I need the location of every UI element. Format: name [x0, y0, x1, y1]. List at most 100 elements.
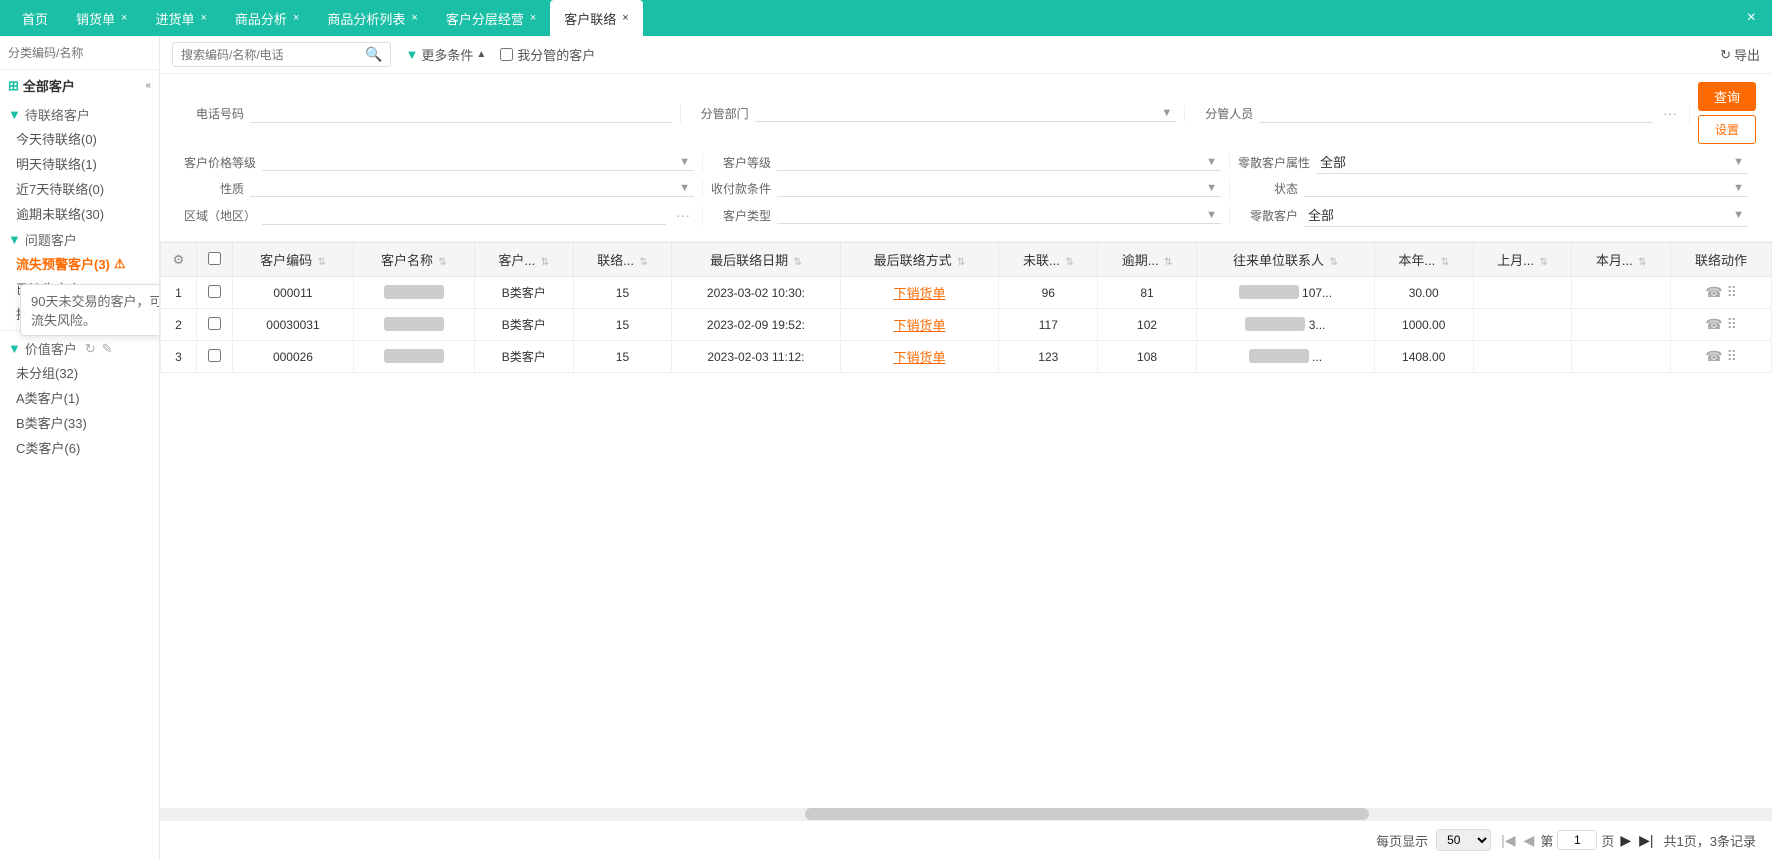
- sidebar-item-tomorrow-contact[interactable]: 明天待联络(1): [0, 151, 159, 176]
- select-all-checkbox[interactable]: [208, 252, 221, 265]
- my-customers-check[interactable]: [500, 48, 513, 61]
- col-not-contacted[interactable]: 未联... ⇅: [999, 243, 1098, 277]
- zero-attr-select[interactable]: 全部 ▼: [1316, 150, 1748, 174]
- tab-goods-analysis[interactable]: 商品分析 ×: [221, 0, 313, 36]
- all-customers-header[interactable]: ⊞ 全部客户 «: [0, 70, 159, 101]
- more-icon[interactable]: ···: [672, 207, 694, 223]
- contact-action-icon[interactable]: ☎: [1705, 316, 1722, 333]
- search-input[interactable]: [181, 48, 361, 62]
- dept-select[interactable]: ▼: [755, 105, 1177, 122]
- refresh-icon[interactable]: ↻: [85, 341, 96, 357]
- prev-page-btn[interactable]: ◀: [1522, 832, 1537, 849]
- pending-contact-section[interactable]: ▼ 待联络客户: [0, 101, 159, 126]
- row-last-method[interactable]: 下销货单: [840, 341, 999, 373]
- arrow-icon: ▼: [8, 107, 21, 122]
- sidebar-item-overdue-contact[interactable]: 逾期未联络(30): [0, 201, 159, 226]
- close-icon[interactable]: ×: [293, 12, 299, 24]
- settings-icon[interactable]: ⚙: [173, 252, 185, 267]
- chevron-down-icon: ▼: [1206, 182, 1217, 194]
- more-action-icon[interactable]: ⠿: [1727, 316, 1737, 333]
- row-check[interactable]: [208, 349, 221, 362]
- col-code[interactable]: 客户编码 ⇅: [233, 243, 354, 277]
- last-page-btn[interactable]: ▶|: [1637, 832, 1655, 849]
- horizontal-scrollbar[interactable]: [160, 808, 1772, 820]
- col-last-date[interactable]: 最后联络日期 ⇅: [672, 243, 840, 277]
- collapse-icon: «: [145, 80, 151, 91]
- page-number-input[interactable]: [1557, 830, 1597, 850]
- more-conditions-btn[interactable]: ▼ 更多条件 ▲: [399, 42, 492, 67]
- close-icon[interactable]: ×: [622, 12, 628, 24]
- tab-sales[interactable]: 销货单 ×: [62, 0, 141, 36]
- close-icon[interactable]: ×: [121, 12, 127, 24]
- col-this-month[interactable]: 本月... ⇅: [1572, 243, 1671, 277]
- row-checkbox[interactable]: [197, 277, 233, 309]
- row-last-method[interactable]: 下销货单: [840, 309, 999, 341]
- tab-goods-list[interactable]: 商品分析列表 ×: [313, 0, 431, 36]
- scrollbar-thumb[interactable]: [805, 808, 1369, 820]
- edit-icon[interactable]: ✎: [102, 341, 113, 357]
- sidebar-item-7days-contact[interactable]: 近7天待联络(0): [0, 176, 159, 201]
- price-grade-select[interactable]: ▼: [262, 154, 694, 171]
- sidebar-search-input[interactable]: [8, 46, 160, 60]
- tab-home[interactable]: 首页: [8, 0, 62, 36]
- customer-grade-select[interactable]: ▼: [777, 154, 1221, 171]
- filter-manager: 分管人员 ···: [1185, 104, 1690, 123]
- sidebar: 🔍 ⊞ 全部客户 « ▼ 待联络客户 今天待联络(0) 明天待联络(1) 近7天…: [0, 36, 160, 859]
- customer-type-select[interactable]: ▼: [777, 207, 1221, 224]
- row-this-month: [1572, 277, 1671, 309]
- col-last-method[interactable]: 最后联络方式 ⇅: [840, 243, 999, 277]
- tab-customer-contact[interactable]: 客户联络 ×: [550, 0, 642, 36]
- sidebar-item-a-class[interactable]: A类客户(1): [0, 385, 159, 410]
- window-close-button[interactable]: ×: [1739, 9, 1764, 27]
- col-contact[interactable]: 联络... ⇅: [573, 243, 672, 277]
- col-customer-type[interactable]: 客户... ⇅: [474, 243, 573, 277]
- more-action-icon[interactable]: ⠿: [1727, 284, 1737, 301]
- contact-action-icon[interactable]: ☎: [1705, 348, 1722, 365]
- row-last-method[interactable]: 下销货单: [840, 277, 999, 309]
- zero-customer-select[interactable]: 全部 ▼: [1304, 203, 1748, 227]
- close-icon[interactable]: ×: [411, 12, 417, 24]
- row-checkbox[interactable]: [197, 309, 233, 341]
- row-checkbox[interactable]: [197, 341, 233, 373]
- phone-input[interactable]: [250, 104, 672, 123]
- per-page-select[interactable]: 50 20 100: [1436, 829, 1491, 851]
- blurred-name: [384, 317, 444, 331]
- sidebar-item-churn-warning[interactable]: 流失预警客户(3) ⚠: [0, 251, 159, 276]
- toolbar: 🔍 ▼ 更多条件 ▲ 我分管的客户 ↻ 导出: [160, 36, 1772, 74]
- col-contact-person[interactable]: 往来单位联系人 ⇅: [1196, 243, 1374, 277]
- value-customer-section[interactable]: ▼ 价值客户 ↻ ✎: [0, 335, 159, 360]
- first-page-btn[interactable]: |◀: [1499, 832, 1517, 849]
- more-action-icon[interactable]: ⠿: [1727, 348, 1737, 365]
- search-submit-icon[interactable]: 🔍: [365, 46, 382, 63]
- row-this-year: 30.00: [1374, 277, 1473, 309]
- tab-customer-layer[interactable]: 客户分层经营 ×: [432, 0, 550, 36]
- sidebar-item-b-class[interactable]: B类客户(33): [0, 410, 159, 435]
- col-this-year[interactable]: 本年... ⇅: [1374, 243, 1473, 277]
- row-this-month: [1572, 309, 1671, 341]
- nature-select[interactable]: ▼: [250, 180, 694, 197]
- sidebar-item-c-class[interactable]: C类客户(6): [0, 435, 159, 460]
- manager-input[interactable]: [1259, 104, 1653, 123]
- sidebar-item-today-contact[interactable]: 今天待联络(0): [0, 126, 159, 151]
- my-customers-checkbox[interactable]: 我分管的客户: [500, 45, 595, 64]
- payment-select[interactable]: ▼: [777, 180, 1221, 197]
- problem-customer-section[interactable]: ▼ 问题客户: [0, 226, 159, 251]
- more-icon[interactable]: ···: [1659, 105, 1681, 121]
- setting-button[interactable]: 设置: [1698, 115, 1756, 144]
- next-page-btn[interactable]: ▶: [1618, 832, 1633, 849]
- sidebar-item-ungrouped[interactable]: 未分组(32): [0, 360, 159, 385]
- col-overdue[interactable]: 逾期... ⇅: [1098, 243, 1197, 277]
- close-icon[interactable]: ×: [530, 12, 536, 24]
- col-last-month[interactable]: 上月... ⇅: [1473, 243, 1572, 277]
- export-btn[interactable]: ↻ 导出: [1720, 45, 1760, 64]
- col-name[interactable]: 客户名称 ⇅: [353, 243, 474, 277]
- query-button[interactable]: 查询: [1698, 82, 1756, 111]
- row-check[interactable]: [208, 285, 221, 298]
- contact-action-icon[interactable]: ☎: [1705, 284, 1722, 301]
- status-select[interactable]: ▼: [1304, 180, 1748, 197]
- row-actions: ☎ ⠿: [1671, 277, 1772, 309]
- row-check[interactable]: [208, 317, 221, 330]
- region-input[interactable]: [262, 206, 666, 225]
- close-icon[interactable]: ×: [200, 12, 206, 24]
- tab-purchase[interactable]: 进货单 ×: [141, 0, 220, 36]
